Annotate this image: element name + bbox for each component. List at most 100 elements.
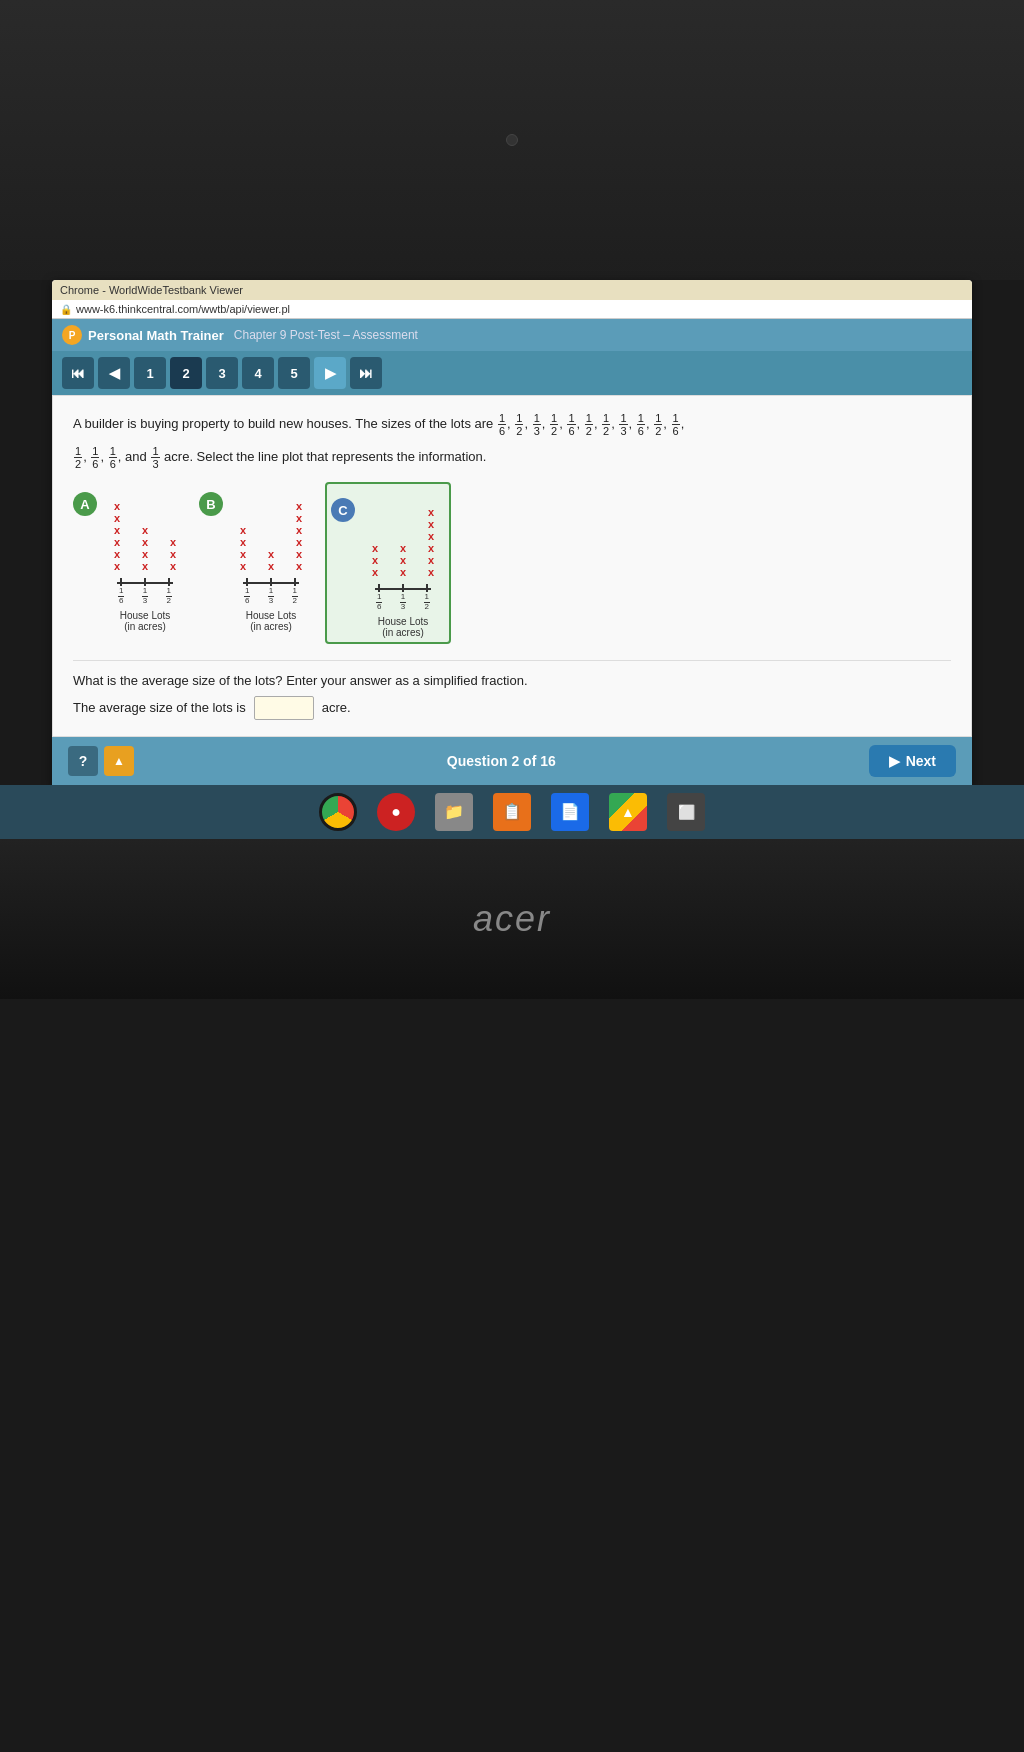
browser-address: www-k6.thinkcentral.com/wwtb/api/viewer.… — [76, 303, 290, 315]
nav-page-4[interactable]: 4 — [242, 357, 274, 389]
plot-c-col2: x x x — [389, 542, 417, 578]
nav-page-1[interactable]: 1 — [134, 357, 166, 389]
tick-b-3: 12 — [291, 574, 299, 606]
fraction-2: 12 — [515, 412, 523, 437]
fraction-11: 16 — [672, 412, 680, 437]
fraction-10: 12 — [654, 412, 662, 437]
plot-c-marks: x x x x x x x x — [361, 488, 445, 578]
blue-app-icon[interactable]: 📄 — [551, 793, 589, 831]
tick-a-2: 13 — [141, 574, 149, 606]
plot-b-item[interactable]: B x x x x x x — [199, 482, 313, 632]
question-nav: ⏮ ◀ 1 2 3 4 5 ▶ ⏭ — [52, 351, 972, 395]
dark-app-icon[interactable]: ⬜ — [667, 793, 705, 831]
nav-page-3[interactable]: 3 — [206, 357, 238, 389]
plot-a-item[interactable]: A x x x x x x x — [73, 482, 187, 632]
next-button[interactable]: ▶ Next — [869, 745, 956, 777]
plots-container: A x x x x x x x — [73, 482, 951, 644]
fraction-4: 12 — [550, 412, 558, 437]
avg-question: What is the average size of the lots? En… — [73, 673, 951, 688]
plot-b-axis-label: House Lots(in acres) — [246, 610, 297, 632]
fraction-12: 12 — [74, 445, 82, 470]
nav-last-button[interactable]: ⏭ — [350, 357, 382, 389]
camera — [506, 134, 518, 146]
files-icon[interactable]: 📁 — [435, 793, 473, 831]
lock-icon: 🔒 — [60, 304, 72, 315]
fraction-5: 16 — [567, 412, 575, 437]
bottom-left-buttons: ? ▲ — [68, 746, 134, 776]
fraction-1: 16 — [498, 412, 506, 437]
question-text-2: 12, 16, 16, and 13 acre. Select the line… — [73, 445, 951, 470]
tick-b-1: 16 — [243, 574, 251, 606]
fraction-13: 16 — [91, 445, 99, 470]
content-area: A builder is buying property to build ne… — [52, 395, 972, 737]
plot-a-marks: x x x x x x x x x x — [103, 482, 187, 572]
fraction-6: 12 — [585, 412, 593, 437]
plot-b-col1: x x x x — [229, 524, 257, 572]
browser-title: Chrome - WorldWideTestbank Viewer — [60, 284, 243, 296]
acer-logo: acer — [473, 898, 551, 940]
plot-b-col2: x x — [257, 548, 285, 572]
plot-b-col3: x x x x x x — [285, 500, 313, 573]
avg-answer-row: The average size of the lots is acre. — [73, 696, 951, 720]
plot-b-label: B — [199, 492, 223, 516]
plot-c-col3: x x x x x x — [417, 506, 445, 579]
tick-b-2: 13 — [267, 574, 275, 606]
next-arrow-icon: ▶ — [889, 753, 900, 769]
fraction-9: 16 — [637, 412, 645, 437]
plot-a-chart: x x x x x x x x x x — [103, 482, 187, 632]
fraction-7: 12 — [602, 412, 610, 437]
nav-bar: P Personal Math Trainer Chapter 9 Post-T… — [52, 319, 972, 351]
fraction-8: 13 — [619, 412, 627, 437]
plot-c-label: C — [331, 498, 355, 522]
nav-first-button[interactable]: ⏮ — [62, 357, 94, 389]
taskbar: ● 📁 📋 📄 ▲ ⬜ — [0, 785, 1024, 839]
plot-b-chart: x x x x x x x x — [229, 482, 313, 632]
drive-icon[interactable]: ▲ — [609, 793, 647, 831]
question-text-part1: A builder is buying property to build ne… — [73, 416, 497, 431]
orange-app-icon[interactable]: 📋 — [493, 793, 531, 831]
average-section: What is the average size of the lots? En… — [73, 660, 951, 720]
fraction-15: 13 — [151, 445, 159, 470]
next-label: Next — [906, 753, 936, 769]
plot-a-col2: x x x x — [131, 524, 159, 572]
avg-unit: acre. — [322, 700, 351, 715]
fraction-3: 13 — [533, 412, 541, 437]
chrome-icon[interactable] — [319, 793, 357, 831]
help-button[interactable]: ? — [68, 746, 98, 776]
tick-c-1: 16 — [375, 580, 383, 612]
plot-a-axis-label: House Lots(in acres) — [120, 610, 171, 632]
nav-title: Personal Math Trainer — [88, 328, 224, 343]
tick-a-1: 16 — [117, 574, 125, 606]
avg-answer-label: The average size of the lots is — [73, 700, 246, 715]
nav-page-5[interactable]: 5 — [278, 357, 310, 389]
plot-c-chart: x x x x x x x x — [361, 488, 445, 638]
red-app-icon[interactable]: ● — [377, 793, 415, 831]
warn-button[interactable]: ▲ — [104, 746, 134, 776]
logo-icon: P — [62, 325, 82, 345]
tick-c-2: 13 — [399, 580, 407, 612]
plot-a-label: A — [73, 492, 97, 516]
nav-prev-button[interactable]: ◀ — [98, 357, 130, 389]
tick-c-3: 12 — [423, 580, 431, 612]
tick-a-3: 12 — [165, 574, 173, 606]
browser-frame: Chrome - WorldWideTestbank Viewer 🔒 www-… — [52, 280, 972, 785]
plot-c-col1: x x x — [361, 542, 389, 578]
nav-page-2[interactable]: 2 — [170, 357, 202, 389]
browser-address-bar[interactable]: 🔒 www-k6.thinkcentral.com/wwtb/api/viewe… — [52, 300, 972, 319]
plot-c-axis-label: House Lots(in acres) — [378, 616, 429, 638]
plot-a-col1: x x x x x x — [103, 500, 131, 573]
nav-logo: P Personal Math Trainer Chapter 9 Post-T… — [62, 325, 418, 345]
nav-subtitle: Chapter 9 Post-Test – Assessment — [234, 328, 418, 342]
plot-c-item[interactable]: C x x x x x x — [325, 482, 451, 644]
nav-next-button[interactable]: ▶ — [314, 357, 346, 389]
bottom-bar: ? ▲ Question 2 of 16 ▶ Next — [52, 737, 972, 785]
plot-a-col3: x x x — [159, 536, 187, 572]
question-counter: Question 2 of 16 — [447, 753, 556, 769]
browser-title-bar: Chrome - WorldWideTestbank Viewer — [52, 280, 972, 300]
plot-b-marks: x x x x x x x x — [229, 482, 313, 572]
laptop-bottom-bezel: acer — [0, 839, 1024, 999]
avg-answer-input[interactable] — [254, 696, 314, 720]
laptop-top-bezel — [0, 0, 1024, 280]
fraction-14: 16 — [109, 445, 117, 470]
question-text: A builder is buying property to build ne… — [73, 412, 951, 437]
